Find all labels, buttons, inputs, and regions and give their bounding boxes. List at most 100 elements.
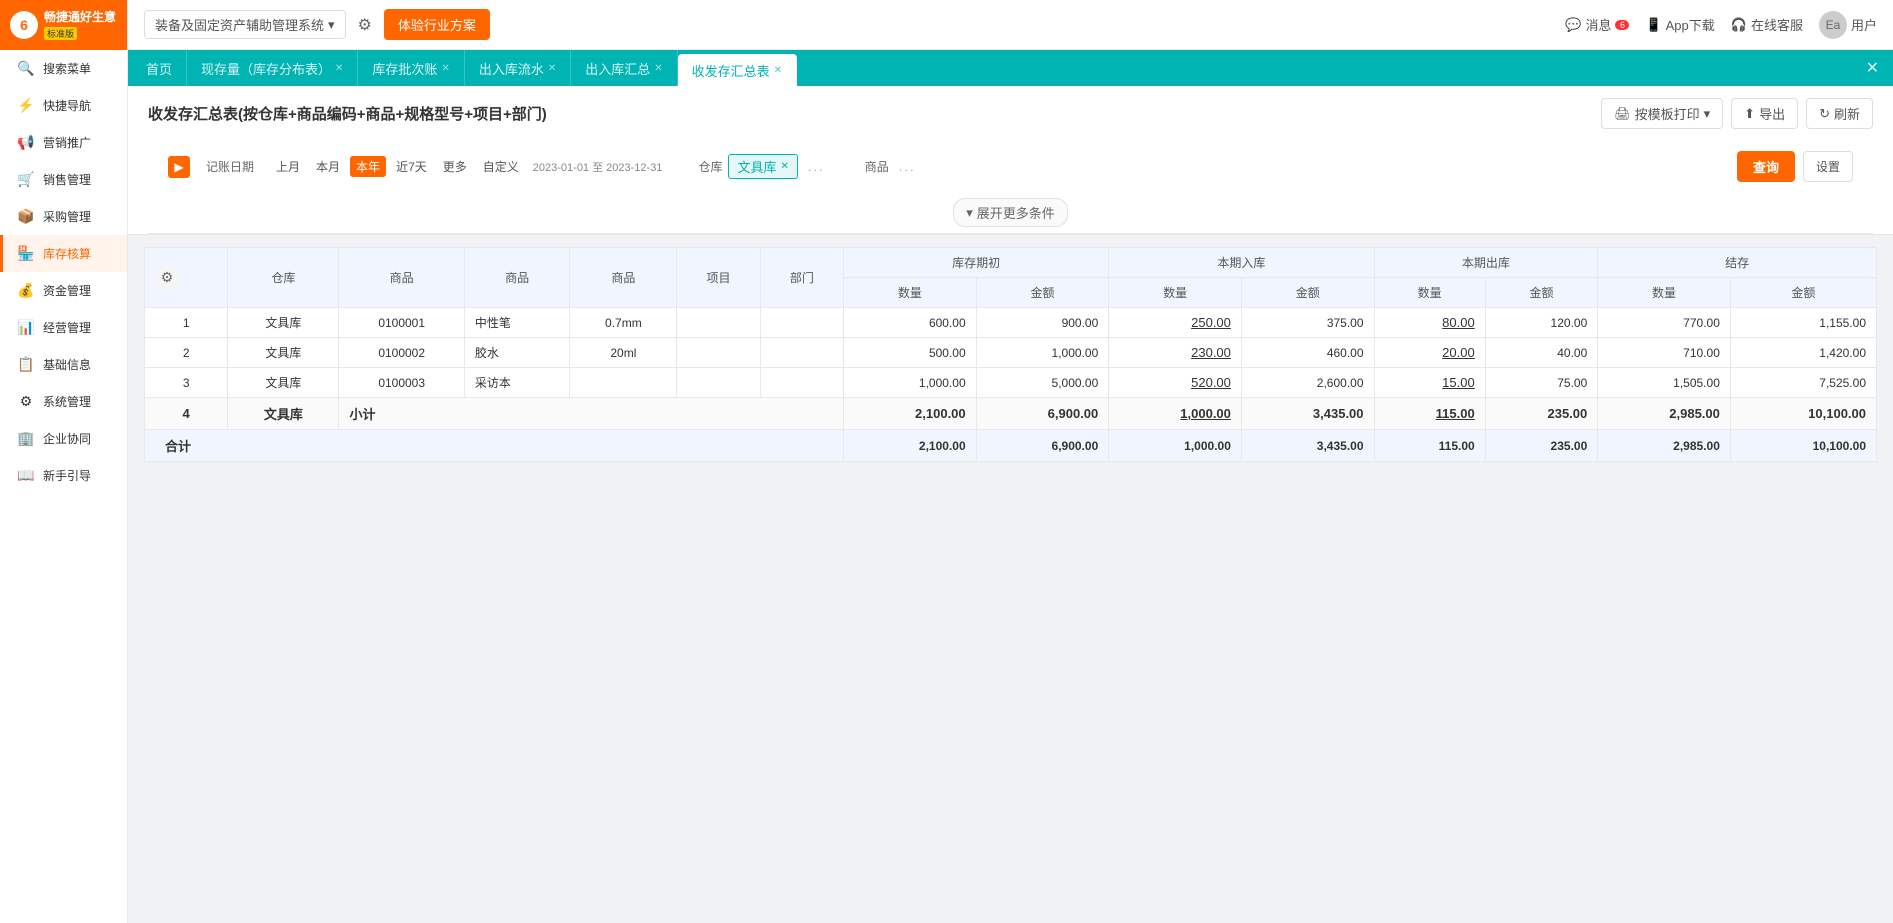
sidebar-item-operations[interactable]: 📊 经营管理 bbox=[0, 309, 127, 346]
experience-button[interactable]: 体验行业方案 bbox=[384, 9, 490, 40]
tabbar: 首页 现存量（库存分布表） ✕ 库存批次账 ✕ 出入库流水 ✕ 出入库汇总 ✕ … bbox=[128, 50, 1893, 86]
date-opt-custom[interactable]: 自定义 bbox=[477, 156, 525, 177]
sidebar-item-quick[interactable]: ⚡ 快捷导航 bbox=[0, 87, 127, 124]
refresh-button[interactable]: ↻ 刷新 bbox=[1806, 98, 1873, 129]
settings-button[interactable]: 设置 bbox=[1803, 151, 1853, 182]
product-more-dots[interactable]: ... bbox=[899, 159, 916, 174]
row-product-code: 0100003 bbox=[339, 368, 464, 398]
subtotal-in-amt: 3,435.00 bbox=[1241, 398, 1374, 430]
col-dept-header: 部门 bbox=[760, 248, 843, 308]
row-in-qty[interactable]: 520.00 bbox=[1191, 375, 1231, 390]
tab-receive-sum[interactable]: 收发存汇总表 ✕ bbox=[678, 54, 797, 86]
col-bal-amt-header: 金额 bbox=[1730, 278, 1876, 308]
col-opening-header: 库存期初 bbox=[844, 248, 1109, 278]
row-open-amt: 900.00 bbox=[976, 308, 1109, 338]
row-out-qty[interactable]: 80.00 bbox=[1442, 315, 1475, 330]
warehouse-tag-close[interactable]: ✕ bbox=[780, 161, 788, 172]
date-opt-prev-month[interactable]: 上月 bbox=[270, 156, 306, 177]
tab-batch[interactable]: 库存批次账 ✕ bbox=[358, 50, 464, 86]
row-out-qty[interactable]: 15.00 bbox=[1442, 375, 1475, 390]
subtotal-in-qty[interactable]: 1,000.00 bbox=[1180, 406, 1231, 421]
system-icon: ⚙ bbox=[17, 393, 35, 410]
chevron-down-icon: ▾ bbox=[966, 205, 973, 221]
sidebar-item-guide[interactable]: 📖 新手引导 bbox=[0, 457, 127, 494]
topbar: 装备及固定资产辅助管理系统 ▾ ⚙ 体验行业方案 💬 消息 6 📱 App下载 … bbox=[128, 0, 1893, 50]
chevron-down-icon: ▾ bbox=[328, 17, 335, 33]
tab-inout-flow-close[interactable]: ✕ bbox=[548, 63, 556, 74]
warehouse-more-dots[interactable]: ... bbox=[808, 159, 825, 174]
sidebar-item-search[interactable]: 🔍 搜索菜单 bbox=[0, 50, 127, 87]
tab-inout-sum[interactable]: 出入库汇总 ✕ bbox=[571, 50, 677, 86]
page-header: 收发存汇总表(按仓库+商品编码+商品+规格型号+项目+部门) 🖨 按模板打印 ▾… bbox=[128, 86, 1893, 235]
sidebar-item-system[interactable]: ⚙ 系统管理 bbox=[0, 383, 127, 420]
row-open-amt: 5,000.00 bbox=[976, 368, 1109, 398]
gear-icon[interactable]: ⚙ bbox=[358, 15, 372, 35]
date-options: 上月 本月 本年 近7天 更多 自定义 2023-01-01 至 2023-12… bbox=[270, 156, 662, 177]
sidebar-label-system: 系统管理 bbox=[43, 393, 91, 410]
tab-receive-sum-close[interactable]: ✕ bbox=[774, 65, 782, 76]
system-selector[interactable]: 装备及固定资产辅助管理系统 ▾ bbox=[144, 10, 346, 39]
tab-home[interactable]: 首页 bbox=[132, 50, 187, 86]
tab-stock-dist[interactable]: 现存量（库存分布表） ✕ bbox=[187, 50, 358, 86]
sidebar-tag: 标准版 bbox=[44, 27, 77, 40]
sidebar-item-corp[interactable]: 🏢 企业协同 bbox=[0, 420, 127, 457]
tab-inout-sum-close[interactable]: ✕ bbox=[654, 63, 662, 74]
sidebar-item-inventory[interactable]: 🏪 库存核算 bbox=[0, 235, 127, 272]
print-button[interactable]: 🖨 按模板打印 ▾ bbox=[1601, 98, 1723, 129]
row-warehouse: 文具库 bbox=[228, 338, 339, 368]
date-opt-7days[interactable]: 近7天 bbox=[390, 156, 433, 177]
tabbar-close-icon[interactable]: ✕ bbox=[1856, 58, 1889, 78]
col-product-code-header: 商品 bbox=[339, 248, 464, 308]
page-title: 收发存汇总表(按仓库+商品编码+商品+规格型号+项目+部门) bbox=[148, 103, 547, 124]
row-in-qty[interactable]: 230.00 bbox=[1191, 345, 1231, 360]
online-service-action[interactable]: 🎧 在线客服 bbox=[1731, 15, 1803, 34]
sidebar-item-marketing[interactable]: 📢 营销推广 bbox=[0, 124, 127, 161]
query-button[interactable]: 查询 bbox=[1737, 151, 1795, 182]
table-area: ⚙ 仓库 商品 商品 商品 项目 部门 库存期初 本期入库 本期出库 结存 bbox=[128, 235, 1893, 474]
subtotal-out-qty[interactable]: 115.00 bbox=[1436, 406, 1475, 421]
total-open-qty: 2,100.00 bbox=[844, 430, 977, 462]
row-project bbox=[677, 308, 760, 338]
date-opt-more[interactable]: 更多 bbox=[437, 156, 473, 177]
page-actions: 🖨 按模板打印 ▾ ⬆ 导出 ↻ 刷新 bbox=[1601, 98, 1873, 129]
table-settings-gear[interactable]: ⚙ bbox=[155, 266, 179, 290]
col-product-spec-header: 商品 bbox=[570, 248, 677, 308]
refresh-label: 刷新 bbox=[1834, 104, 1860, 123]
sidebar-item-finance[interactable]: 💰 资金管理 bbox=[0, 272, 127, 309]
row-out-qty[interactable]: 20.00 bbox=[1442, 345, 1475, 360]
sidebar-logo: 6 bbox=[10, 11, 38, 39]
row-dept bbox=[760, 368, 843, 398]
expand-more-button[interactable]: ▾ 展开更多条件 bbox=[953, 198, 1068, 227]
filter-arrow-btn[interactable]: ▶ bbox=[168, 156, 190, 178]
subtotal-row: 4 文具库 小计 2,100.00 6,900.00 1,000.00 3,43… bbox=[145, 398, 1877, 430]
sidebar-title-block: 畅捷通好生意 标准版 bbox=[44, 10, 116, 39]
sidebar-menu: 🔍 搜索菜单 ⚡ 快捷导航 📢 营销推广 🛒 销售管理 📦 采购管理 🏪 库存核… bbox=[0, 50, 127, 494]
tab-stock-dist-close[interactable]: ✕ bbox=[335, 63, 343, 74]
warehouse-filter: 仓库 文具库 ✕ ... bbox=[698, 154, 828, 179]
sidebar-item-base[interactable]: 📋 基础信息 bbox=[0, 346, 127, 383]
date-opt-this-month[interactable]: 本月 bbox=[310, 156, 346, 177]
inventory-icon: 🏪 bbox=[17, 245, 35, 262]
row-product-name: 中性笔 bbox=[464, 308, 570, 338]
col-out-header: 本期出库 bbox=[1374, 248, 1598, 278]
app-download-action[interactable]: 📱 App下载 bbox=[1645, 15, 1714, 34]
message-icon: 💬 bbox=[1565, 17, 1581, 33]
row-bal-amt: 1,420.00 bbox=[1730, 338, 1876, 368]
tab-batch-close[interactable]: ✕ bbox=[441, 63, 449, 74]
export-button[interactable]: ⬆ 导出 bbox=[1731, 98, 1798, 129]
warehouse-tag-name: 文具库 bbox=[737, 157, 776, 176]
message-action[interactable]: 💬 消息 6 bbox=[1565, 15, 1629, 34]
sidebar-label-quick: 快捷导航 bbox=[43, 97, 91, 114]
user-action[interactable]: Ea 用户 bbox=[1819, 11, 1877, 39]
tab-home-label: 首页 bbox=[146, 59, 172, 78]
date-opt-this-year[interactable]: 本年 bbox=[350, 156, 386, 177]
sidebar-item-purchase[interactable]: 📦 采购管理 bbox=[0, 198, 127, 235]
sidebar-item-sales[interactable]: 🛒 销售管理 bbox=[0, 161, 127, 198]
sidebar-title: 畅捷通好生意 bbox=[44, 10, 116, 24]
warehouse-tag[interactable]: 文具库 ✕ bbox=[728, 154, 797, 179]
row-bal-qty: 710.00 bbox=[1598, 338, 1731, 368]
row-no: 2 bbox=[145, 338, 228, 368]
row-in-qty[interactable]: 250.00 bbox=[1191, 315, 1231, 330]
tab-inout-flow[interactable]: 出入库流水 ✕ bbox=[465, 50, 571, 86]
export-label: 导出 bbox=[1759, 104, 1785, 123]
